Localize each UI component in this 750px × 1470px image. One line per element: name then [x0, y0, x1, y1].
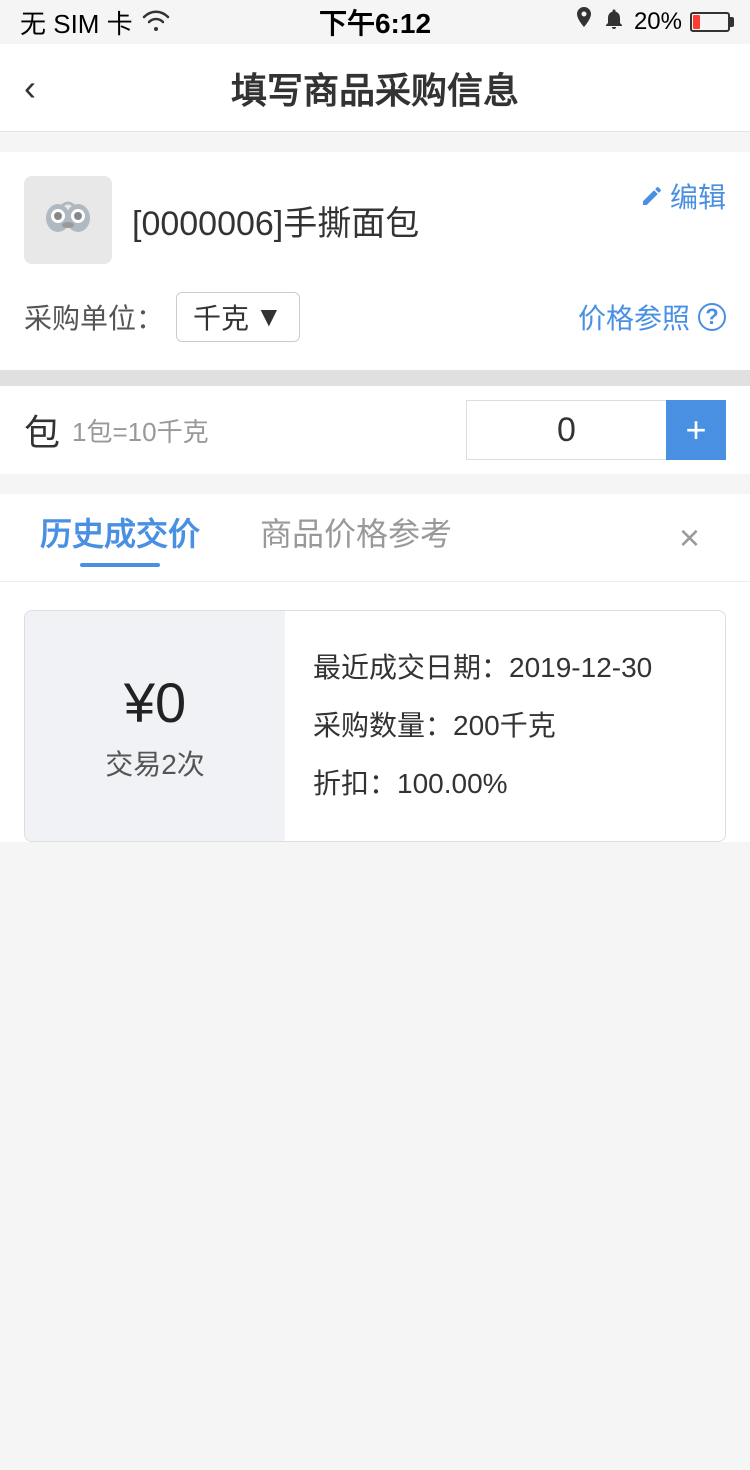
- alarm-icon: [602, 7, 626, 38]
- product-name: [0000006]手撕面包: [132, 196, 419, 245]
- product-thumbnail: [24, 176, 112, 264]
- carrier-text: 无 SIM 卡: [20, 4, 133, 41]
- price-ref-label: 价格参照: [578, 297, 690, 337]
- transaction-date-line: 最近成交日期：2019-12-30: [313, 647, 697, 689]
- transaction-price: ¥0: [124, 670, 186, 735]
- qty-value: 200千克: [453, 710, 556, 741]
- quantity-row: 包 1包=10千克 +: [0, 386, 750, 474]
- transaction-discount-line: 折扣：100.00%: [313, 763, 697, 805]
- unit-left: 采购单位： 千克 ▼: [24, 292, 300, 342]
- dropdown-icon: ▼: [255, 301, 283, 333]
- info-circle-icon: ?: [698, 303, 726, 331]
- qty-label: 采购数量：: [313, 710, 453, 741]
- status-left: 无 SIM 卡: [20, 4, 171, 41]
- tab1-underline: [80, 563, 160, 567]
- date-label: 最近成交日期：: [313, 652, 509, 683]
- status-right: 20%: [574, 7, 730, 38]
- quantity-plus-button[interactable]: +: [666, 400, 726, 460]
- unit-value: 千克: [193, 297, 249, 337]
- tab-price-ref[interactable]: 商品价格参考: [260, 489, 452, 587]
- battery-icon: [690, 12, 730, 32]
- discount-label: 折扣：: [313, 768, 397, 799]
- wifi-icon: [141, 7, 171, 38]
- product-card: [0000006]手撕面包 编辑 采购单位： 千克 ▼ 价格参照 ?: [0, 152, 750, 370]
- transaction-card: ¥0 交易2次 最近成交日期：2019-12-30 采购数量：200千克 折扣：…: [24, 610, 726, 842]
- product-left: [0000006]手撕面包: [24, 176, 419, 264]
- tab-items: 历史成交价 商品价格参考: [40, 489, 452, 587]
- quantity-unit-convert: 1包=10千克: [72, 412, 209, 449]
- tab-close-button[interactable]: ×: [669, 507, 710, 569]
- status-time: 下午6:12: [319, 2, 431, 42]
- product-header: [0000006]手撕面包 编辑: [24, 176, 726, 264]
- tab-panel: 历史成交价 商品价格参考 × ¥0 交易2次 最近成交日期：2019-12-30…: [0, 494, 750, 842]
- date-value: 2019-12-30: [509, 652, 652, 683]
- status-bar: 无 SIM 卡 下午6:12 20%: [0, 0, 750, 44]
- back-button[interactable]: ‹: [24, 67, 36, 109]
- location-icon: [574, 7, 594, 38]
- edit-label: 编辑: [670, 176, 726, 216]
- tab-history-price[interactable]: 历史成交价: [40, 489, 200, 587]
- tab1-label: 历史成交价: [40, 509, 200, 555]
- tab2-label: 商品价格参考: [260, 509, 452, 555]
- transaction-right: 最近成交日期：2019-12-30 采购数量：200千克 折扣：100.00%: [285, 611, 725, 841]
- transaction-left: ¥0 交易2次: [25, 611, 285, 841]
- page-title: 填写商品采购信息: [231, 62, 519, 114]
- unit-select-button[interactable]: 千克 ▼: [176, 292, 300, 342]
- main-content-area: [0, 870, 750, 1470]
- quantity-controls: +: [466, 400, 726, 460]
- battery-percent: 20%: [634, 8, 682, 36]
- transaction-qty-line: 采购数量：200千克: [313, 705, 697, 747]
- nav-bar: ‹ 填写商品采购信息: [0, 44, 750, 132]
- unit-label: 采购单位：: [24, 297, 164, 337]
- divider-stripe: [0, 370, 750, 386]
- price-ref-button[interactable]: 价格参照 ?: [578, 297, 726, 337]
- discount-value: 100.00%: [397, 768, 508, 799]
- tab-header: 历史成交价 商品价格参考 ×: [0, 494, 750, 582]
- edit-button[interactable]: 编辑: [640, 176, 726, 216]
- product-unit-row: 采购单位： 千克 ▼ 价格参照 ?: [24, 292, 726, 342]
- quantity-label: 包 1包=10千克: [24, 404, 209, 456]
- quantity-unit-name: 包: [24, 404, 60, 456]
- transaction-count: 交易2次: [105, 743, 205, 783]
- product-logo-icon: [38, 190, 98, 250]
- quantity-input[interactable]: [466, 400, 666, 460]
